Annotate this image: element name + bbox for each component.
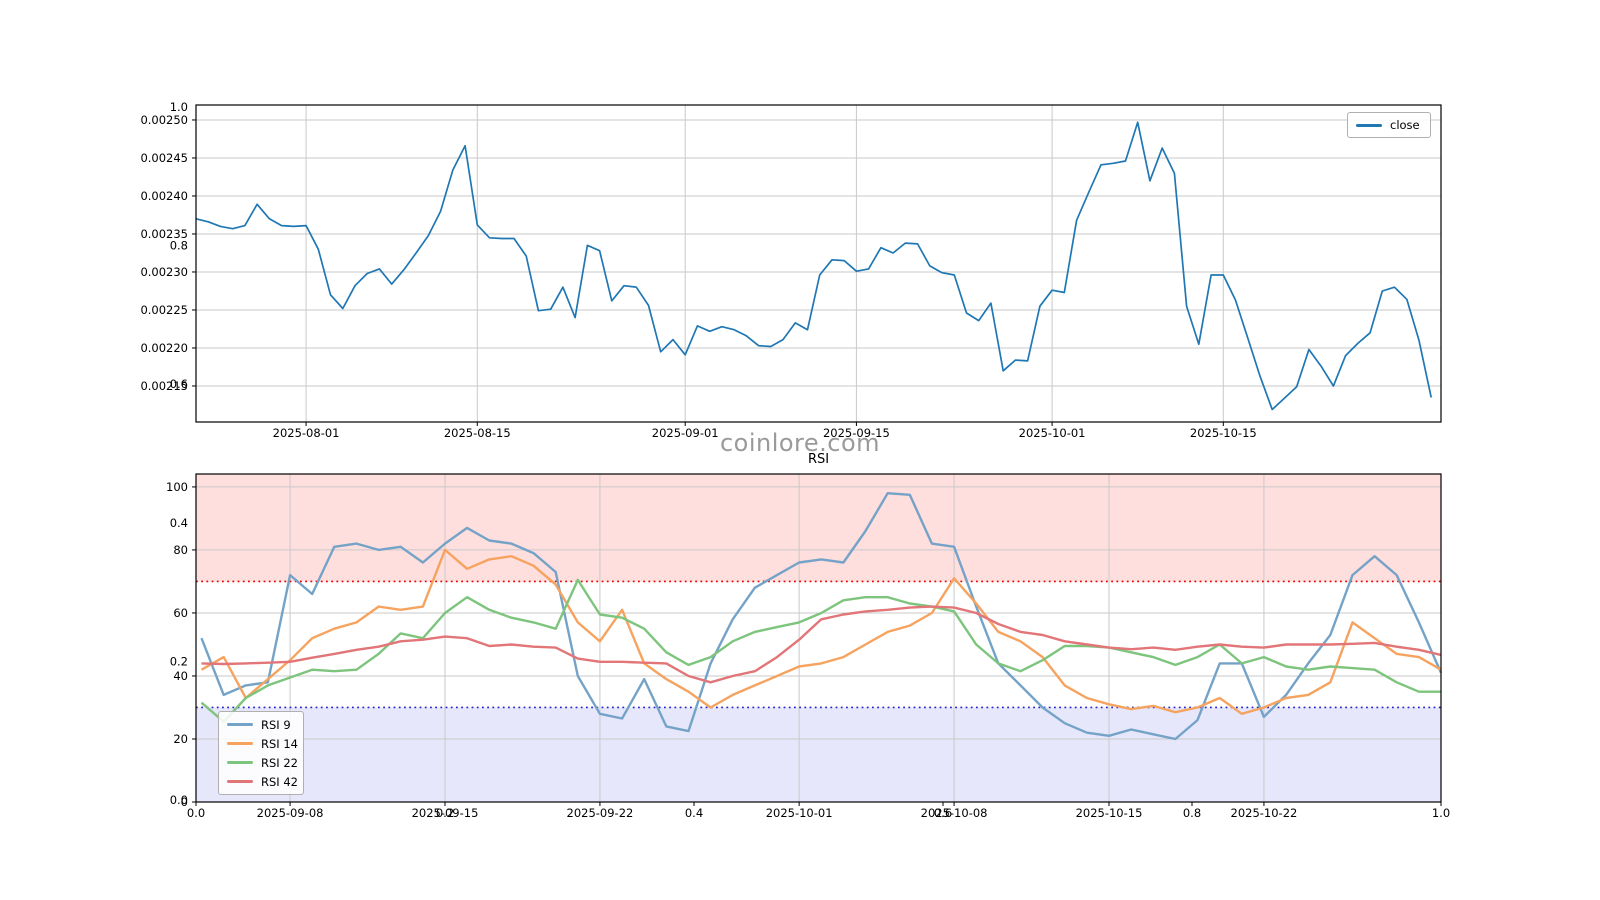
rsi-22-line	[200, 578, 1441, 723]
rsi-14-line-swatch	[227, 742, 253, 745]
price-legend: close	[1347, 112, 1431, 138]
overlay-x-tick-label: 0.4	[685, 806, 703, 820]
y-tick-label: 20	[173, 732, 188, 746]
y-tick-label: 0.00225	[140, 303, 188, 317]
y-tick-label: 60	[173, 606, 188, 620]
overlay-y-tick-label: 0.8	[170, 239, 188, 253]
y-tick-label: 0.00240	[140, 189, 188, 203]
rsi-legend: RSI 9 RSI 14 RSI 22 RSI 42	[218, 711, 304, 795]
overlay-y-tick-label: 0.2	[170, 654, 188, 668]
y-tick-label: 0.00250	[140, 113, 188, 127]
legend-label-rsi-42: RSI 42	[261, 774, 298, 789]
legend-label-close: close	[1390, 118, 1420, 132]
y-tick-label: 80	[173, 543, 188, 557]
overlay-x-tick-label: 0.0	[187, 806, 205, 820]
legend-label-rsi-9: RSI 9	[261, 717, 291, 732]
axes-frame	[195, 104, 1442, 423]
close-line-swatch	[1356, 123, 1382, 127]
legend-item-rsi-42: RSI 42	[227, 772, 298, 791]
y-tick-label: 0.00220	[140, 341, 188, 355]
y-tick-label: 100	[166, 480, 188, 494]
overlay-y-tick-label: 0.0	[170, 793, 188, 807]
rsi-42-line	[201, 605, 1442, 684]
rsi-9-line-swatch	[227, 723, 253, 726]
overlay-x-tick-label: 0.8	[1183, 806, 1201, 820]
overlay-y-tick-label: 0.6	[170, 377, 188, 391]
x-tick-label: 2025-10-22	[1231, 806, 1298, 820]
rsi-22-line-swatch	[227, 761, 253, 764]
close-line	[195, 121, 1433, 411]
legend-label-rsi-14: RSI 14	[261, 736, 298, 751]
x-tick-label: 2025-09-08	[257, 806, 324, 820]
rsi-42-line-swatch	[227, 780, 253, 783]
legend-label-rsi-22: RSI 22	[261, 755, 298, 770]
oversold-band	[196, 707, 1441, 802]
figure: 2025-08-01 2025-08-15 2025-09-01 2025-09-15…	[0, 0, 1600, 900]
x-tick-label: 2025-10-01	[766, 806, 833, 820]
y-tick-label: 0.00245	[140, 151, 188, 165]
legend-item-rsi-9: RSI 9	[227, 715, 295, 734]
y-tick-label: 40	[173, 669, 188, 683]
overlay-y-tick-label: 0.4	[170, 516, 188, 530]
x-tick-label: 2025-10-15	[1076, 806, 1143, 820]
overlay-y-tick-label: 1.0	[170, 100, 188, 114]
overbought-band	[196, 474, 1441, 582]
rsi-panel-title: RSI	[807, 452, 830, 467]
overlay-x-tick-label: 0.6	[934, 806, 952, 820]
y-tick-label: 0.00230	[140, 265, 188, 279]
overlay-x-tick-label: 1.0	[1432, 806, 1450, 820]
x-tick-label: 2025-10-08	[921, 806, 988, 820]
legend-item-rsi-22: RSI 22	[227, 753, 298, 772]
legend-item-rsi-14: RSI 14	[227, 734, 298, 753]
x-tick-label: 2025-09-22	[567, 806, 634, 820]
overlay-x-tick-label: 0.2	[436, 806, 454, 820]
